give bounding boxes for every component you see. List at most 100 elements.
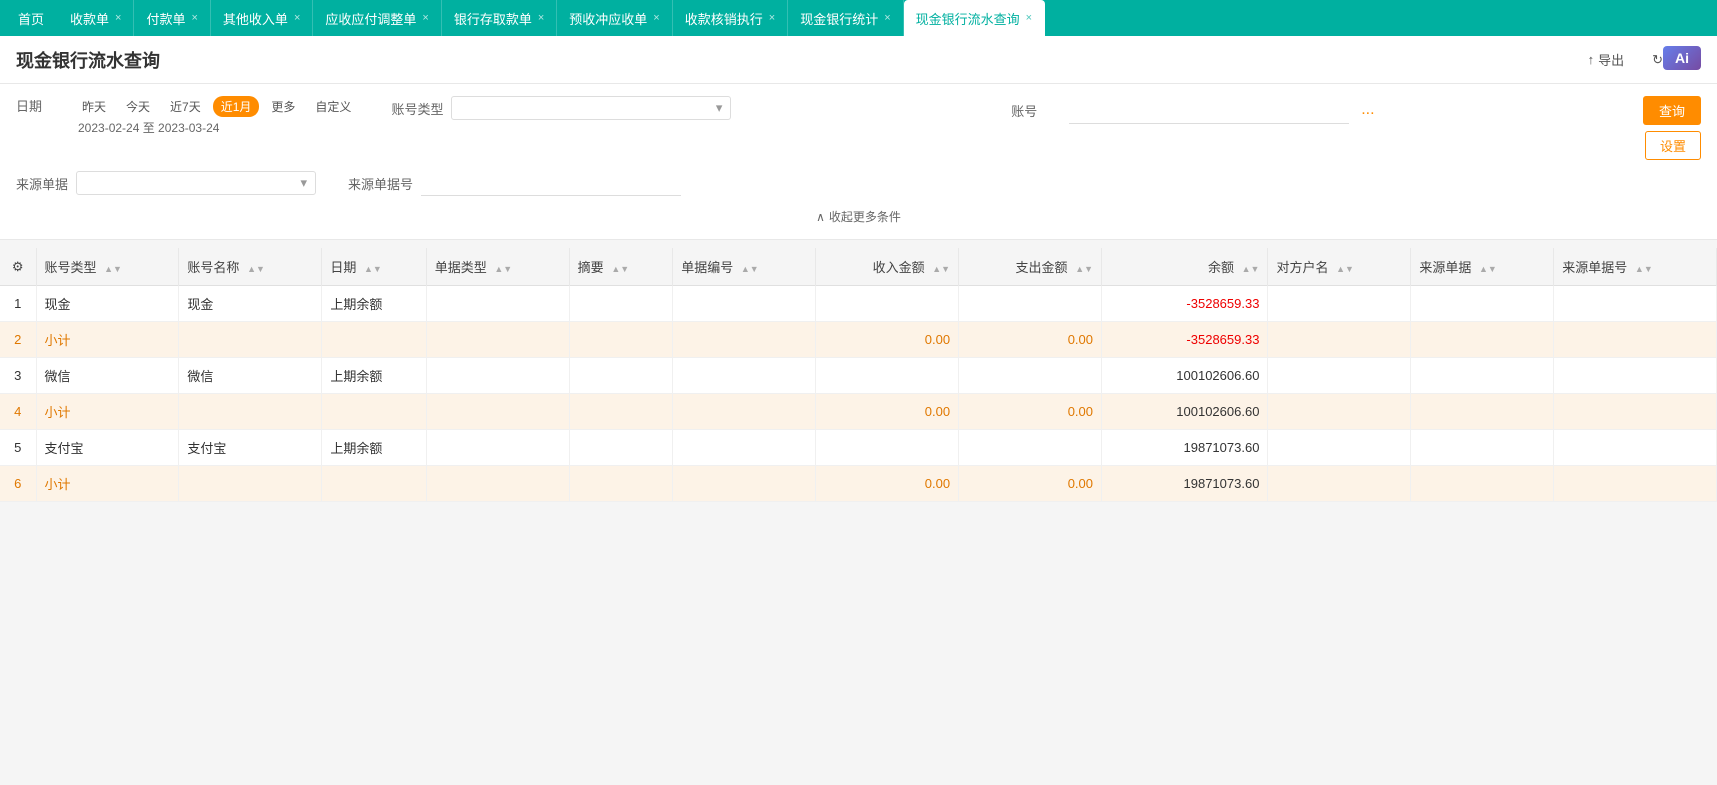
account-more-button[interactable]: ...: [1361, 101, 1374, 119]
source-doc-no-label: 来源单据号: [348, 174, 413, 193]
page-header: 现金银行流水查询 ↑ 导出 ↻ 刷新 Ai: [0, 36, 1717, 84]
td-expense: 0.00: [959, 466, 1102, 502]
table-row[interactable]: 6 小计 0.00 0.00 19871073.60: [0, 466, 1717, 502]
td-expense: [959, 358, 1102, 394]
nav-tab-shoukuanhe[interactable]: 收款核销执行 ×: [673, 0, 788, 36]
nav-tab-fukuandan[interactable]: 付款单 ×: [134, 0, 210, 36]
td-expense: 0.00: [959, 322, 1102, 358]
sort-account-type[interactable]: ▲▼: [104, 264, 122, 274]
sort-source-doc[interactable]: ▲▼: [1479, 264, 1497, 274]
account-input[interactable]: [1069, 99, 1349, 120]
date-opt-1month[interactable]: 近1月: [213, 96, 260, 117]
date-opt-7days[interactable]: 近7天: [162, 96, 209, 117]
td-date: [322, 322, 426, 358]
close-tab-4[interactable]: ×: [538, 12, 544, 24]
th-counterpart[interactable]: 对方户名 ▲▼: [1268, 248, 1411, 286]
close-tab-8[interactable]: ×: [1026, 12, 1032, 24]
close-tab-2[interactable]: ×: [294, 12, 300, 24]
td-counterpart: [1268, 358, 1411, 394]
td-source-doc-no: [1554, 466, 1717, 502]
account-type-select[interactable]: ▾: [451, 96, 731, 120]
table-row[interactable]: 5 支付宝 支付宝 上期余额 19871073.60: [0, 430, 1717, 466]
th-expense[interactable]: 支出金额 ▲▼: [959, 248, 1102, 286]
date-opt-today[interactable]: 今天: [118, 96, 158, 117]
settings-button[interactable]: 设置: [1645, 131, 1701, 160]
td-balance: 19871073.60: [1102, 430, 1268, 466]
th-balance[interactable]: 余额 ▲▼: [1102, 248, 1268, 286]
td-account-type: 小计: [36, 322, 179, 358]
th-date[interactable]: 日期 ▲▼: [322, 248, 426, 286]
nav-tab-xianjinliushui[interactable]: 现金银行流水查询 ×: [904, 0, 1045, 36]
query-button[interactable]: 查询: [1643, 96, 1701, 125]
export-button[interactable]: ↑ 导出: [1580, 46, 1633, 73]
sort-account-name[interactable]: ▲▼: [247, 264, 265, 274]
table-container: ⚙ 账号类型 ▲▼ 账号名称 ▲▼ 日期 ▲▼ 单据类型 ▲▼: [0, 248, 1717, 502]
sort-balance[interactable]: ▲▼: [1242, 264, 1260, 274]
source-doc-select[interactable]: ▾: [76, 171, 316, 195]
sort-income[interactable]: ▲▼: [932, 264, 950, 274]
sort-doc-type[interactable]: ▲▼: [494, 264, 512, 274]
nav-tab-qitashouru[interactable]: 其他收入单 ×: [211, 0, 313, 36]
td-counterpart: [1268, 466, 1411, 502]
th-source-doc[interactable]: 来源单据 ▲▼: [1411, 248, 1554, 286]
td-row-no: 4: [0, 394, 36, 430]
table-row[interactable]: 2 小计 0.00 0.00 -3528659.33: [0, 322, 1717, 358]
table-row[interactable]: 1 现金 现金 上期余额 -3528659.33: [0, 286, 1717, 322]
td-date: 上期余额: [322, 430, 426, 466]
date-range-display: 2023-02-24 至 2023-03-24: [78, 119, 359, 136]
nav-tab-yinhangcunqu[interactable]: 银行存取款单 ×: [442, 0, 557, 36]
td-doc-type: [426, 322, 569, 358]
td-source-doc-no: [1554, 358, 1717, 394]
close-tab-3[interactable]: ×: [422, 12, 428, 24]
td-account-type: 小计: [36, 394, 179, 430]
th-account-type[interactable]: 账号类型 ▲▼: [36, 248, 179, 286]
date-opt-yesterday[interactable]: 昨天: [74, 96, 114, 117]
date-opt-custom[interactable]: 自定义: [307, 96, 359, 117]
th-source-doc-no[interactable]: 来源单据号 ▲▼: [1554, 248, 1717, 286]
sort-summary[interactable]: ▲▼: [611, 264, 629, 274]
td-expense: [959, 286, 1102, 322]
close-tab-7[interactable]: ×: [884, 12, 890, 24]
td-summary: [569, 466, 673, 502]
table-header-row: ⚙ 账号类型 ▲▼ 账号名称 ▲▼ 日期 ▲▼ 单据类型 ▲▼: [0, 248, 1717, 286]
table-row[interactable]: 4 小计 0.00 0.00 100102606.60: [0, 394, 1717, 430]
sort-counterpart[interactable]: ▲▼: [1336, 264, 1354, 274]
td-balance: 100102606.60: [1102, 358, 1268, 394]
nav-tab-shoukuandan[interactable]: 收款单 ×: [58, 0, 134, 36]
nav-tab-yingshouyingfu[interactable]: 应收应付调整单 ×: [313, 0, 441, 36]
td-source-doc: [1411, 430, 1554, 466]
sort-expense[interactable]: ▲▼: [1075, 264, 1093, 274]
td-account-type: 现金: [36, 286, 179, 322]
th-account-name[interactable]: 账号名称 ▲▼: [179, 248, 322, 286]
sort-source-doc-no[interactable]: ▲▼: [1635, 264, 1653, 274]
td-doc-no: [673, 394, 816, 430]
td-doc-no: [673, 286, 816, 322]
table-row[interactable]: 3 微信 微信 上期余额 100102606.60: [0, 358, 1717, 394]
th-summary[interactable]: 摘要 ▲▼: [569, 248, 673, 286]
collapse-bar[interactable]: ∧ 收起更多条件: [16, 202, 1701, 227]
nav-tab-yushouzhong[interactable]: 预收冲应收单 ×: [557, 0, 672, 36]
close-tab-6[interactable]: ×: [769, 12, 775, 24]
th-gear[interactable]: ⚙: [0, 248, 36, 286]
td-account-name: [179, 466, 322, 502]
close-tab-0[interactable]: ×: [115, 12, 121, 24]
th-doc-no[interactable]: 单据编号 ▲▼: [673, 248, 816, 286]
th-doc-type[interactable]: 单据类型 ▲▼: [426, 248, 569, 286]
source-doc-no-input[interactable]: [421, 172, 681, 193]
gear-icon[interactable]: ⚙: [12, 259, 24, 274]
td-doc-type: [426, 430, 569, 466]
nav-tab-xianjinstatist[interactable]: 现金银行统计 ×: [788, 0, 903, 36]
td-doc-no: [673, 466, 816, 502]
sort-date[interactable]: ▲▼: [364, 264, 382, 274]
td-expense: [959, 430, 1102, 466]
nav-home[interactable]: 首页: [4, 9, 58, 28]
export-icon: ↑: [1588, 52, 1595, 67]
date-opt-more[interactable]: 更多: [263, 96, 303, 117]
ai-badge[interactable]: Ai: [1663, 46, 1701, 70]
td-account-name: 现金: [179, 286, 322, 322]
close-tab-5[interactable]: ×: [653, 12, 659, 24]
th-income[interactable]: 收入金额 ▲▼: [816, 248, 959, 286]
td-doc-no: [673, 322, 816, 358]
sort-doc-no[interactable]: ▲▼: [741, 264, 759, 274]
close-tab-1[interactable]: ×: [191, 12, 197, 24]
